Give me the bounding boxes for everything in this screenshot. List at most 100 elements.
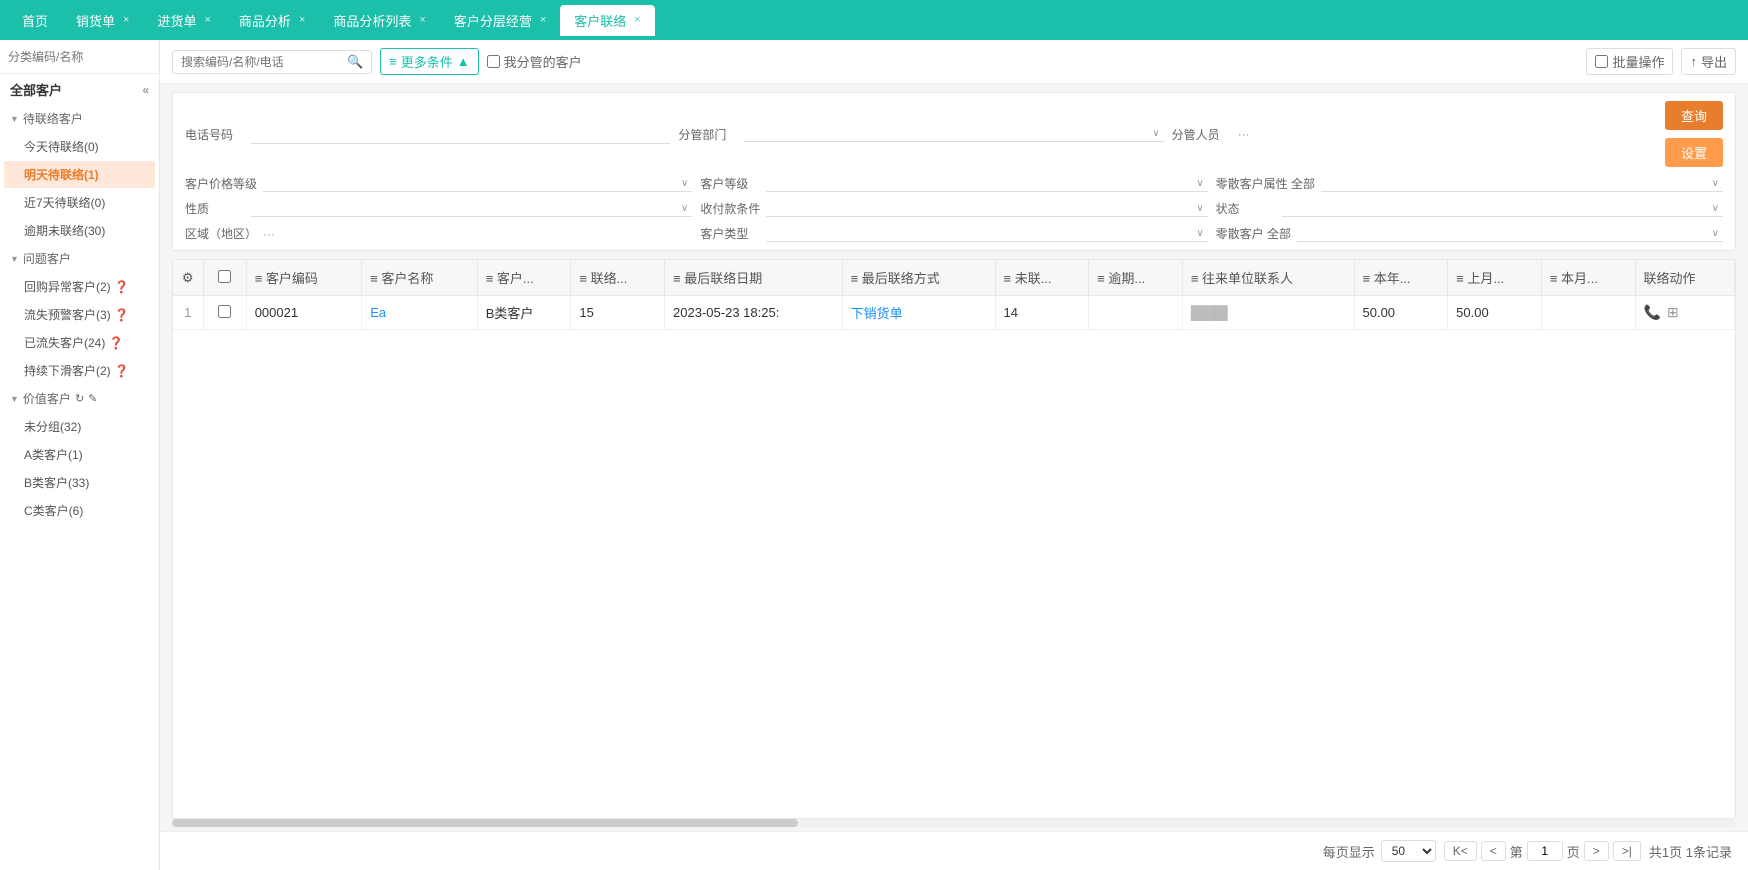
price-level-select[interactable]: ∨	[263, 176, 692, 192]
horizontal-scrollbar[interactable]	[172, 819, 1736, 827]
set-button[interactable]: 设置	[1665, 138, 1723, 167]
my-customers-toggle[interactable]: 我分管的客户	[487, 52, 582, 71]
value-edit-icon[interactable]: ✎	[88, 392, 97, 405]
customer-level-select[interactable]: ∨	[766, 176, 1207, 192]
next-page-button[interactable]: >	[1584, 841, 1609, 861]
value-refresh-icon[interactable]: ↻	[75, 392, 84, 405]
sidebar-item-churn-warning[interactable]: 流失预警客户(3) ❓	[4, 301, 155, 328]
col-contact-person[interactable]: ≡ 往来单位联系人	[1182, 260, 1354, 296]
col-contact[interactable]: ≡ 联络...	[571, 260, 665, 296]
sidebar-collapse-icon[interactable]: «	[142, 83, 149, 97]
pagination: K< < 第 页 > >|	[1444, 841, 1641, 861]
nav-home[interactable]: 首页	[8, 5, 62, 36]
nav-close-sales[interactable]: ×	[123, 14, 129, 26]
payment-select[interactable]: ∨	[766, 201, 1207, 217]
sidebar-item-overdue[interactable]: 逾期未联络(30)	[4, 217, 155, 244]
row-checkbox[interactable]	[218, 305, 231, 318]
filter-dept: 分管部门 ∨	[678, 126, 1163, 143]
first-page-button[interactable]: K<	[1444, 841, 1477, 861]
sidebar-item-today[interactable]: 今天待联络(0)	[4, 133, 155, 160]
sidebar-item-declining[interactable]: 持续下滑客户(2) ❓	[4, 357, 155, 384]
sidebar-search-input[interactable]	[8, 50, 160, 64]
nav-close-purchase[interactable]: ×	[204, 14, 210, 26]
select-all-checkbox[interactable]	[218, 270, 231, 283]
page-size-select[interactable]: 50 100 200	[1381, 840, 1436, 862]
nav-product-analysis-list[interactable]: 商品分析列表 ×	[319, 5, 439, 36]
row-unlinked: 14	[995, 296, 1089, 330]
table-header-row: ⚙ ≡ 客户编码 ≡ 客户名称 ≡ 客户... ≡ 联络... ≡ 最后联络日期…	[173, 260, 1735, 296]
batch-checkbox[interactable]	[1595, 55, 1608, 68]
col-code[interactable]: ≡ 客户编码	[246, 260, 362, 296]
nav-sales-order[interactable]: 销货单 ×	[62, 5, 143, 36]
toolbar: 🔍 ≡ 更多条件 ▲ 我分管的客户 批量操作 ↑ 导出	[160, 40, 1748, 84]
search-input[interactable]	[181, 55, 341, 69]
data-table-container: ⚙ ≡ 客户编码 ≡ 客户名称 ≡ 客户... ≡ 联络... ≡ 最后联络日期…	[172, 259, 1736, 819]
page-number-input[interactable]	[1527, 841, 1563, 861]
col-last-method[interactable]: ≡ 最后联络方式	[842, 260, 995, 296]
action-grid-icon[interactable]: ⊞	[1667, 304, 1679, 321]
filter-icon: ≡	[389, 54, 397, 69]
row-customer-type: B类客户	[477, 296, 571, 330]
price-level-label: 客户价格等级	[185, 175, 257, 192]
sidebar-all-customers[interactable]: 全部客户 «	[0, 74, 159, 105]
nav-product-analysis[interactable]: 商品分析 ×	[225, 5, 319, 36]
page-size-control: 每页显示 50 100 200	[1323, 840, 1436, 862]
phone-input[interactable]	[251, 125, 670, 144]
last-page-button[interactable]: >|	[1613, 841, 1641, 861]
sidebar-item-a-class[interactable]: A类客户(1)	[4, 441, 155, 468]
customer-type-label: 客户类型	[700, 225, 760, 242]
scroll-thumb[interactable]	[172, 819, 798, 827]
filter-manager: 分管人员 ···	[1172, 126, 1657, 143]
customer-type-select[interactable]: ∨	[766, 226, 1207, 242]
nav-close-contact[interactable]: ×	[634, 14, 640, 26]
batch-button[interactable]: 批量操作	[1586, 48, 1673, 75]
nav-customer-contact[interactable]: 客户联络 ×	[560, 5, 654, 36]
col-unlinked[interactable]: ≡ 未联...	[995, 260, 1089, 296]
export-button[interactable]: ↑ 导出	[1681, 48, 1736, 75]
col-this-month[interactable]: ≡ 本月...	[1541, 260, 1635, 296]
action-phone-icon[interactable]: 📞	[1644, 304, 1661, 321]
sidebar-item-repurchase-abnormal[interactable]: 回购异常客户(2) ❓	[4, 273, 155, 300]
row-last-month-amount: 50.00	[1448, 296, 1542, 330]
nature-label: 性质	[185, 200, 245, 217]
retail-label: 零散客户 全部	[1216, 225, 1291, 242]
retail-select[interactable]: ∨	[1297, 226, 1723, 242]
row-last-date: 2023-05-23 18:25:	[665, 296, 843, 330]
sidebar-item-c-class[interactable]: C类客户(6)	[4, 497, 155, 524]
row-method-link[interactable]: 下销货单	[851, 306, 903, 321]
my-customers-checkbox[interactable]	[487, 55, 500, 68]
sidebar-group-value: 价值客户 ↻ ✎	[0, 385, 159, 412]
sidebar-item-ungrouped[interactable]: 未分组(32)	[4, 413, 155, 440]
col-last-date[interactable]: ≡ 最后联络日期	[665, 260, 843, 296]
nav-purchase[interactable]: 进货单 ×	[143, 5, 224, 36]
retail-attr-select[interactable]: ∨	[1321, 176, 1723, 192]
nav-customer-segmentation[interactable]: 客户分层经营 ×	[440, 5, 560, 36]
sidebar: 🔍 全部客户 « 待联络客户 今天待联络(0) 明天待联络(1) 近7天待联络(…	[0, 40, 160, 870]
sidebar-item-7days[interactable]: 近7天待联络(0)	[4, 189, 155, 216]
col-name[interactable]: ≡ 客户名称	[362, 260, 478, 296]
nav-close-segmentation[interactable]: ×	[540, 14, 546, 26]
sidebar-item-b-class[interactable]: B类客户(33)	[4, 469, 155, 496]
sidebar-search-area: 🔍	[0, 40, 159, 74]
table-row: 1 000021 Ea B类客户 15 2023-05-23 18:25: 下销…	[173, 296, 1735, 330]
region-ellipsis[interactable]: ···	[263, 227, 275, 241]
col-type[interactable]: ≡ 客户...	[477, 260, 571, 296]
filter-button[interactable]: ≡ 更多条件 ▲	[380, 48, 478, 75]
dept-select[interactable]: ∨	[744, 126, 1163, 142]
col-last-month[interactable]: ≡ 上月...	[1448, 260, 1542, 296]
data-table: ⚙ ≡ 客户编码 ≡ 客户名称 ≡ 客户... ≡ 联络... ≡ 最后联络日期…	[173, 260, 1735, 330]
footer: 每页显示 50 100 200 K< < 第 页 > >| 共1页 1条记录	[160, 831, 1748, 870]
query-button[interactable]: 查询	[1665, 101, 1723, 130]
prev-page-button[interactable]: <	[1481, 841, 1506, 861]
nav-close-product-analysis[interactable]: ×	[299, 14, 305, 26]
sidebar-item-tomorrow[interactable]: 明天待联络(1)	[4, 161, 155, 188]
manager-ellipsis[interactable]: ···	[1238, 127, 1250, 141]
col-year[interactable]: ≡ 本年...	[1354, 260, 1448, 296]
sidebar-item-churned[interactable]: 已流失客户(24) ❓	[4, 329, 155, 356]
nature-select[interactable]: ∨	[251, 201, 692, 217]
nav-close-product-list[interactable]: ×	[419, 14, 425, 26]
search-icon[interactable]: 🔍	[347, 54, 363, 70]
status-select[interactable]: ∨	[1282, 201, 1723, 217]
col-settings[interactable]: ⚙	[173, 260, 203, 296]
col-overdue[interactable]: ≡ 逾期...	[1089, 260, 1183, 296]
